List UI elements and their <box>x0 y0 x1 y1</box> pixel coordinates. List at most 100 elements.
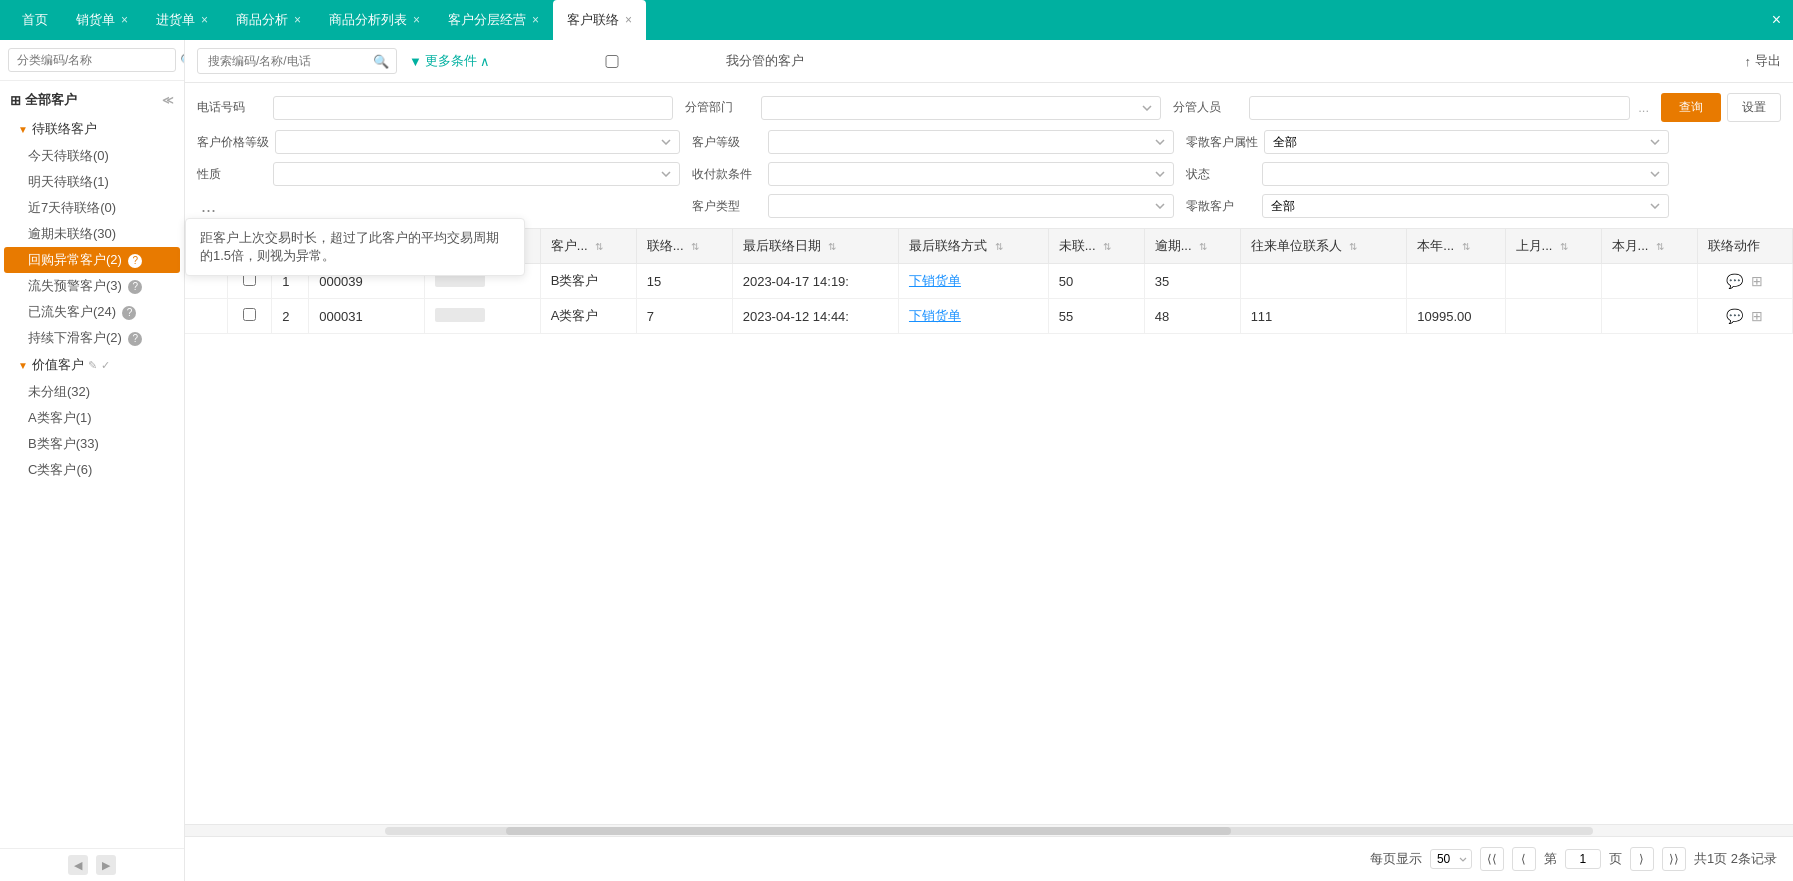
filter-retail-customer: 零散客户 全部 <box>1186 194 1669 218</box>
gender-select[interactable] <box>273 162 680 186</box>
nav-home[interactable]: 首页 <box>8 0 62 40</box>
per-page-select[interactable]: 50 <box>1430 849 1472 869</box>
declining-question-icon[interactable]: ? <box>128 332 142 346</box>
scroll-thumb[interactable] <box>506 827 1231 835</box>
more-filter-btn[interactable]: ... <box>197 196 220 217</box>
page-input[interactable] <box>1565 849 1601 869</box>
col-last-contact-date[interactable]: 最后联络日期 ⇅ <box>732 229 898 264</box>
col-type[interactable]: 客户... ⇅ <box>540 229 636 264</box>
edit-icon[interactable]: ✎ <box>88 359 97 372</box>
close-customer-contact-tab[interactable]: × <box>625 13 632 27</box>
close-sales-tab[interactable]: × <box>121 13 128 27</box>
nav-product-list[interactable]: 商品分析列表 × <box>315 0 434 40</box>
last-page-btn[interactable]: ⟩⟩ <box>1662 847 1686 871</box>
sidebar-all-customers[interactable]: ⊞ 全部客户 ≪ <box>0 85 184 115</box>
close-product-list-tab[interactable]: × <box>413 13 420 27</box>
col-last-month[interactable]: 上月... ⇅ <box>1505 229 1601 264</box>
first-page-btn[interactable]: ⟨⟨ <box>1480 847 1504 871</box>
sort-this-year-icon[interactable]: ⇅ <box>1462 241 1470 252</box>
sort-contact-icon[interactable]: ⇅ <box>691 241 699 252</box>
sidebar-pending-section[interactable]: ▼ 待联络客户 <box>0 115 184 143</box>
lost-question-icon[interactable]: ? <box>128 280 142 294</box>
sidebar-class-a[interactable]: A类客户(1) <box>0 405 184 431</box>
dept-select[interactable] <box>761 96 1161 120</box>
sort-type-icon[interactable]: ⇅ <box>595 241 603 252</box>
nav-sales[interactable]: 销货单 × <box>62 0 142 40</box>
customer-type-select[interactable] <box>768 194 1175 218</box>
sort-last-month-icon[interactable]: ⇅ <box>1560 241 1568 252</box>
nav-customer-tier[interactable]: 客户分层经营 × <box>434 0 553 40</box>
sidebar-class-c[interactable]: C类客户(6) <box>0 457 184 483</box>
close-purchase-tab[interactable]: × <box>201 13 208 27</box>
sidebar-left-arrow[interactable]: ◀ <box>68 855 88 875</box>
phone-input[interactable] <box>273 96 673 120</box>
search-input-wrap: 🔍 <box>197 48 397 74</box>
row2-qr-icon[interactable]: ⊞ <box>1751 308 1763 324</box>
sort-date-icon[interactable]: ⇅ <box>828 241 836 252</box>
sidebar-right-arrow[interactable]: ▶ <box>96 855 116 875</box>
sidebar-tomorrow-pending[interactable]: 明天待联络(1) <box>0 169 184 195</box>
close-product-analysis-tab[interactable]: × <box>294 13 301 27</box>
status-select[interactable] <box>1262 162 1669 186</box>
sidebar-today-pending[interactable]: 今天待联络(0) <box>0 143 184 169</box>
next-page-btn[interactable]: ⟩ <box>1630 847 1654 871</box>
close-customer-tier-tab[interactable]: × <box>532 13 539 27</box>
my-customers-checkbox-area[interactable]: 我分管的客户 <box>502 52 804 70</box>
sort-uncontacted-icon[interactable]: ⇅ <box>1103 241 1111 252</box>
retail-attr-select[interactable]: 全部 <box>1264 130 1669 154</box>
col-this-month[interactable]: 本月... ⇅ <box>1601 229 1697 264</box>
more-conditions-btn[interactable]: ▼ 更多条件 ∧ <box>409 52 490 70</box>
row1-last-contact-method[interactable]: 下销货单 <box>898 264 1048 299</box>
horizontal-scroll[interactable] <box>185 824 1793 836</box>
sidebar-ungrouped[interactable]: 未分组(32) <box>0 379 184 405</box>
nav-customer-contact[interactable]: 客户联络 × <box>553 0 646 40</box>
price-level-select[interactable] <box>275 130 680 154</box>
sidebar-value-section[interactable]: ▼ 价值客户 ✎ ✓ <box>0 351 184 379</box>
row2-select-checkbox[interactable] <box>243 308 256 321</box>
export-btn[interactable]: ↑ 导出 <box>1745 52 1782 70</box>
repurchase-question-icon[interactable]: ? <box>128 254 142 268</box>
search-input[interactable] <box>197 48 397 74</box>
sidebar-class-b[interactable]: B类客户(33) <box>0 431 184 457</box>
row1-qr-icon[interactable]: ⊞ <box>1751 273 1763 289</box>
nav-purchase[interactable]: 进货单 × <box>142 0 222 40</box>
sidebar-collapse-icon[interactable]: ≪ <box>162 94 174 107</box>
row2-chat-icon[interactable]: 💬 <box>1726 308 1743 324</box>
sort-method-icon[interactable]: ⇅ <box>995 241 1003 252</box>
sidebar-search-input[interactable] <box>8 48 176 72</box>
query-btn[interactable]: 查询 <box>1661 93 1721 122</box>
col-overdue[interactable]: 逾期... ⇅ <box>1144 229 1240 264</box>
col-uncontacted[interactable]: 未联... ⇅ <box>1048 229 1144 264</box>
col-this-year[interactable]: 本年... ⇅ <box>1407 229 1505 264</box>
my-customers-checkbox[interactable] <box>502 55 722 68</box>
row1-chat-icon[interactable]: 💬 <box>1726 273 1743 289</box>
prev-page-btn[interactable]: ⟨ <box>1512 847 1536 871</box>
sort-overdue-icon[interactable]: ⇅ <box>1199 241 1207 252</box>
nav-product-analysis[interactable]: 商品分析 × <box>222 0 315 40</box>
sidebar-lost-warning[interactable]: 流失预警客户(3) ? <box>0 273 184 299</box>
close-all-icon[interactable]: × <box>1772 11 1781 29</box>
sort-this-month-icon[interactable]: ⇅ <box>1656 241 1664 252</box>
sort-unit-contact-icon[interactable]: ⇅ <box>1349 241 1357 252</box>
person-input[interactable] <box>1249 96 1630 120</box>
sidebar-repurchase-abnormal[interactable]: 回购异常客户(2) ? <box>4 247 180 273</box>
setting-btn[interactable]: 设置 <box>1727 93 1781 122</box>
sidebar-already-lost[interactable]: 已流失客户(24) ? <box>0 299 184 325</box>
main-layout: 🔍 ⊞ 全部客户 ≪ ▼ 待联络客户 今天待联络(0) 明天待联络(1) 近7天… <box>0 40 1793 881</box>
sidebar-overdue-pending[interactable]: 逾期未联络(30) <box>0 221 184 247</box>
sidebar-week-pending[interactable]: 近7天待联络(0) <box>0 195 184 221</box>
retail-customer-select[interactable]: 全部 <box>1262 194 1669 218</box>
already-lost-question-icon[interactable]: ? <box>122 306 136 320</box>
row2-last-contact-method[interactable]: 下销货单 <box>898 299 1048 334</box>
customer-level-select[interactable] <box>768 130 1175 154</box>
col-contact[interactable]: 联络... ⇅ <box>636 229 732 264</box>
row2-name <box>425 299 541 334</box>
check-icon[interactable]: ✓ <box>101 359 110 372</box>
search-icon[interactable]: 🔍 <box>373 54 389 69</box>
person-more-icon[interactable]: ... <box>1638 100 1649 115</box>
col-last-contact-method[interactable]: 最后联络方式 ⇅ <box>898 229 1048 264</box>
row2-checkbox[interactable] <box>227 299 271 334</box>
sidebar-declining[interactable]: 持续下滑客户(2) ? <box>0 325 184 351</box>
col-unit-contact[interactable]: 往来单位联系人 ⇅ <box>1240 229 1407 264</box>
payment-select[interactable] <box>768 162 1175 186</box>
